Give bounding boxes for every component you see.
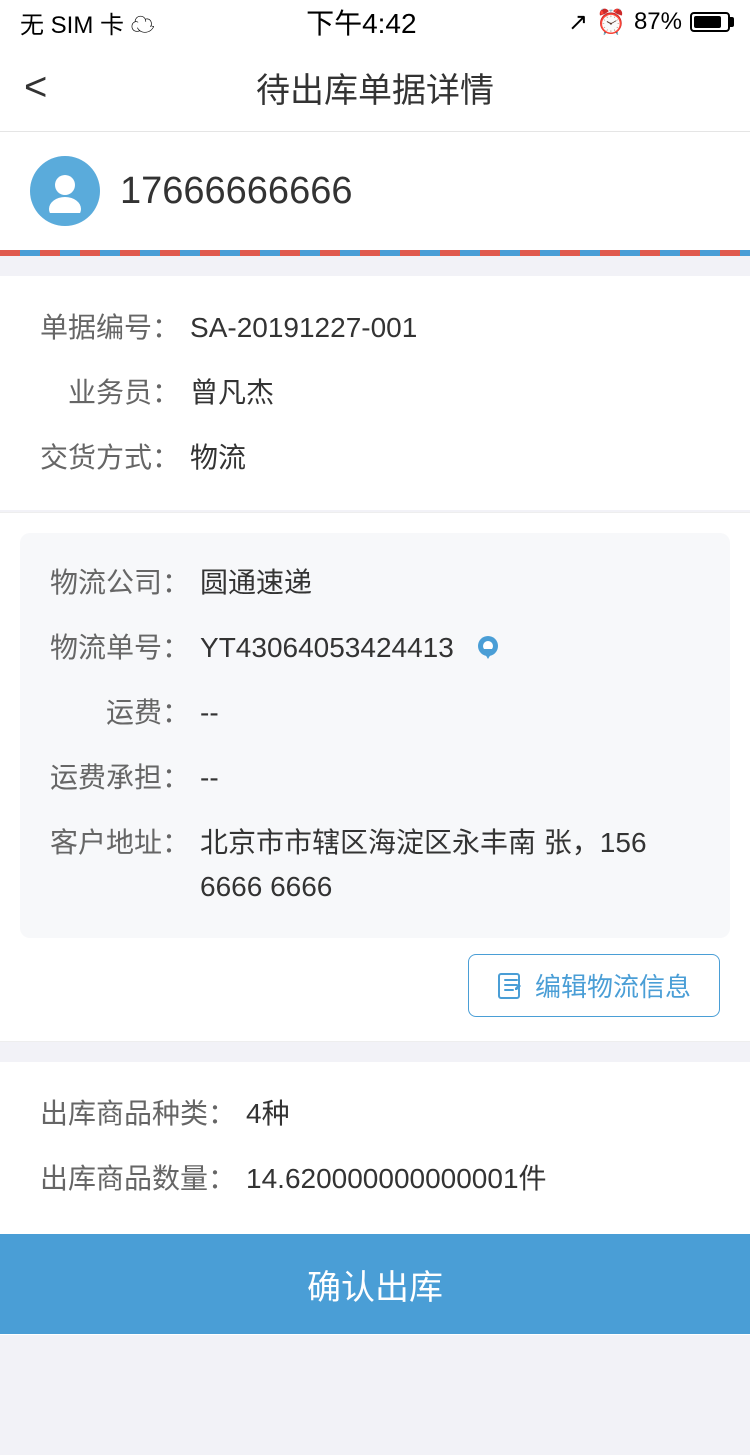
back-chevron-icon: <: [24, 65, 47, 110]
status-bar: 无 SIM 卡 ☁ 下午4:42 ↗ ⏰ 87%: [0, 0, 750, 44]
dashed-separator: [0, 250, 750, 256]
confirm-button[interactable]: 确认出库: [0, 1234, 750, 1334]
customer-header: 17666666666: [0, 132, 750, 250]
delivery-method-label: 交货方式：: [40, 436, 180, 481]
freight-bearer-row: 运费承担： --: [50, 756, 700, 801]
nav-bar: < 待出库单据详情: [0, 44, 750, 132]
location-icon: ↗: [568, 8, 588, 37]
sales-person-value: 曾凡杰: [190, 371, 710, 416]
logistics-company-label: 物流公司：: [50, 561, 190, 606]
address-value: 北京市市辖区海淀区永丰南 张，156 6666 6666: [200, 821, 700, 911]
status-time: 下午4:42: [306, 2, 417, 42]
sim-label: 无 SIM 卡 ☁: [20, 5, 155, 40]
freight-bearer-label: 运费承担：: [50, 756, 190, 801]
logistics-company-row: 物流公司： 圆通速递: [50, 561, 700, 606]
status-right: ↗ ⏰ 87%: [568, 8, 730, 37]
freight-value: --: [200, 691, 700, 736]
customer-phone: 17666666666: [120, 170, 352, 213]
order-number-row: 单据编号： SA-20191227-001: [40, 306, 710, 351]
battery-percent: 87%: [634, 8, 682, 36]
tracking-number-label: 物流单号：: [50, 626, 190, 671]
goods-types-label: 出库商品种类：: [40, 1092, 236, 1137]
tracking-number-row: 物流单号： YT43064053424413: [50, 626, 700, 671]
edit-icon: [497, 972, 525, 1000]
freight-bearer-value: --: [200, 756, 700, 801]
person-icon: [43, 169, 87, 213]
goods-quantity-row: 出库商品数量： 14.620000000000001件: [40, 1157, 710, 1202]
delivery-method-row: 交货方式： 物流: [40, 436, 710, 481]
freight-label: 运费：: [50, 691, 190, 736]
order-number-label: 单据编号：: [40, 306, 180, 351]
avatar: [30, 156, 100, 226]
edit-logistics-button[interactable]: 编辑物流信息: [468, 954, 720, 1017]
map-pin-icon: [470, 631, 506, 667]
edit-logistics-area: 编辑物流信息: [0, 938, 750, 1041]
alarm-icon: ⏰: [596, 8, 626, 37]
sales-person-row: 业务员： 曾凡杰: [40, 371, 710, 416]
sales-person-label: 业务员：: [40, 371, 180, 416]
address-row: 客户地址： 北京市市辖区海淀区永丰南 张，156 6666 6666: [50, 821, 700, 911]
logistics-company-value: 圆通速递: [200, 561, 700, 606]
freight-row: 运费： --: [50, 691, 700, 736]
goods-quantity-value: 14.620000000000001件: [246, 1157, 710, 1202]
section-divider: [0, 1042, 750, 1062]
page-title: 待出库单据详情: [256, 63, 494, 112]
battery-icon: [690, 12, 730, 32]
goods-info-section: 出库商品种类： 4种 出库商品数量： 14.620000000000001件: [0, 1062, 750, 1232]
back-button[interactable]: <: [24, 65, 47, 110]
order-info-section: 单据编号： SA-20191227-001 业务员： 曾凡杰 交货方式： 物流: [0, 276, 750, 510]
goods-types-value: 4种: [246, 1092, 710, 1137]
goods-types-row: 出库商品种类： 4种: [40, 1092, 710, 1137]
bottom-spacer: [0, 1335, 750, 1455]
status-left: 无 SIM 卡 ☁: [20, 5, 155, 40]
goods-quantity-label: 出库商品数量：: [40, 1157, 236, 1202]
order-number-value: SA-20191227-001: [190, 306, 710, 351]
edit-logistics-label: 编辑物流信息: [535, 967, 691, 1004]
address-label: 客户地址：: [50, 821, 190, 866]
tracking-number-value: YT43064053424413: [200, 626, 700, 671]
logistics-info-section: 物流公司： 圆通速递 物流单号： YT43064053424413 运费： --…: [20, 533, 730, 938]
confirm-button-label: 确认出库: [307, 1260, 443, 1309]
delivery-method-value: 物流: [190, 436, 710, 481]
